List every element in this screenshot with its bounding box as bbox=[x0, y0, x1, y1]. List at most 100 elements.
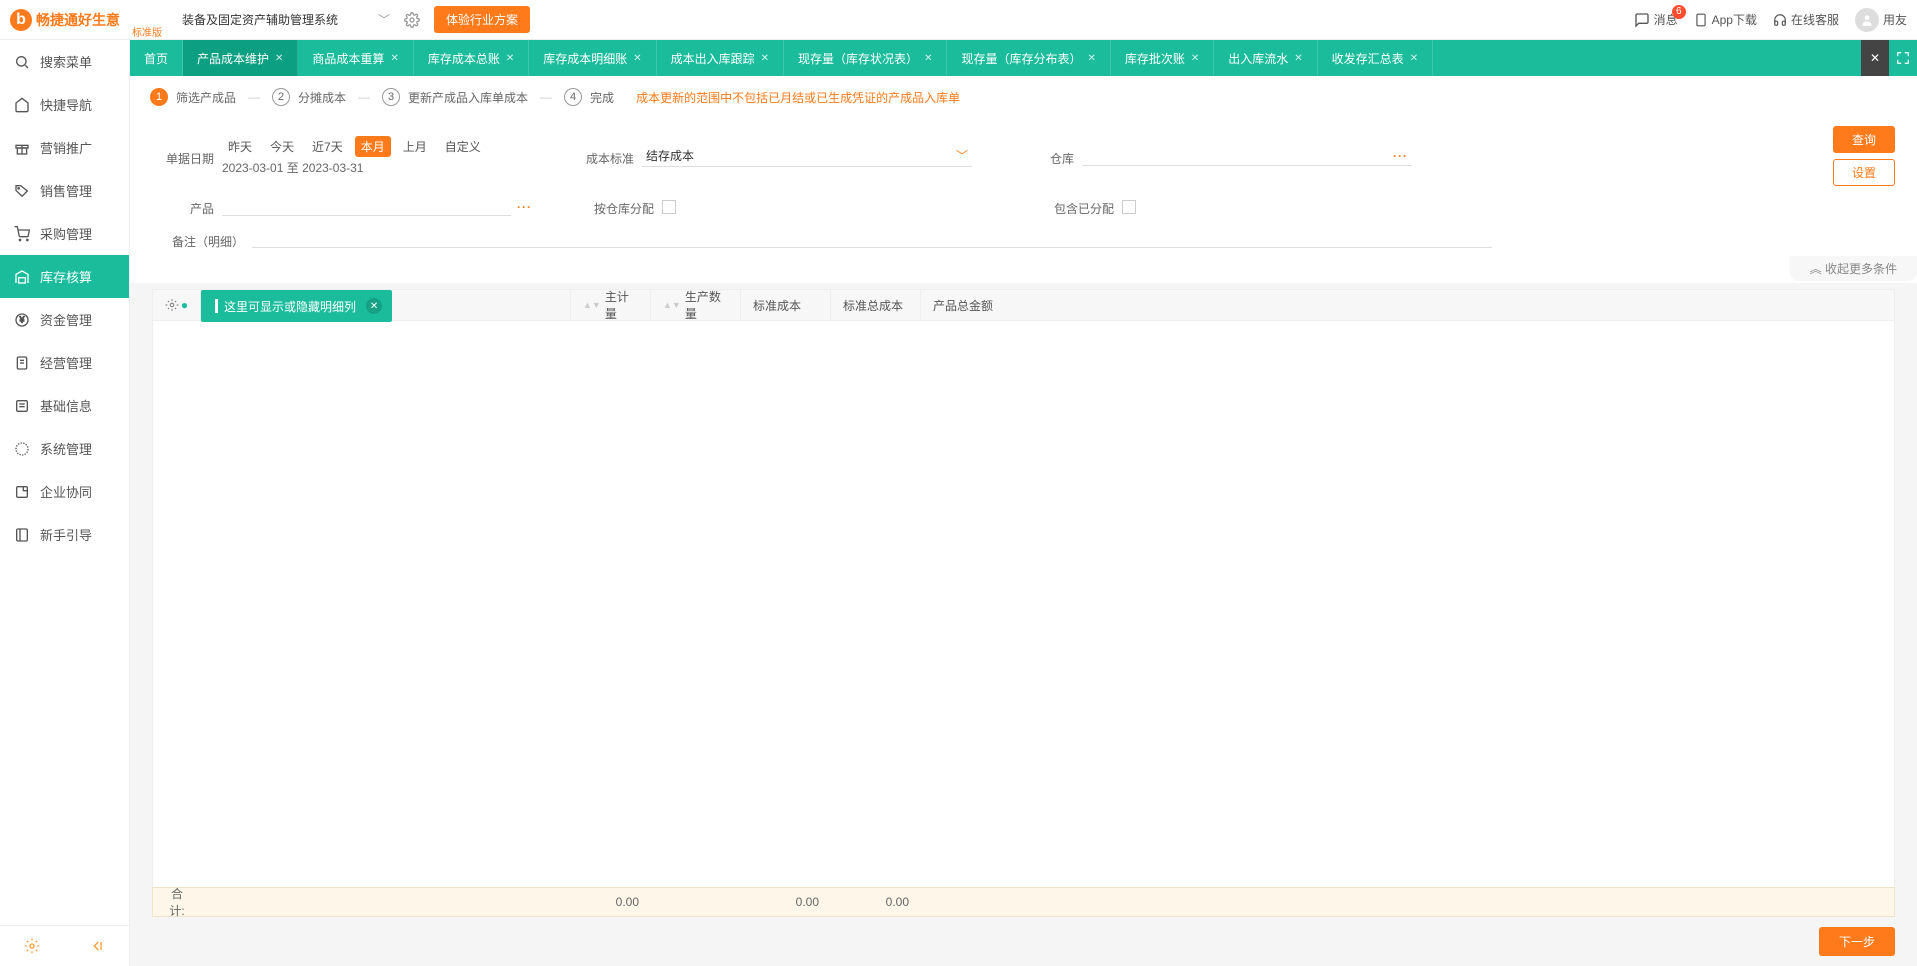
setting-button[interactable]: 设置 bbox=[1833, 159, 1895, 186]
footer-value: 0.00 bbox=[831, 895, 921, 909]
include-alloc-checkbox[interactable] bbox=[1122, 200, 1136, 214]
download-link[interactable]: App下载 bbox=[1694, 11, 1757, 28]
date-opt-custom[interactable]: 自定义 bbox=[439, 136, 487, 157]
tab-label: 商品成本重算 bbox=[312, 50, 384, 67]
query-button[interactable]: 查询 bbox=[1833, 126, 1895, 153]
system-selector[interactable]: 装备及固定资产辅助管理系统 ﹀ bbox=[182, 11, 390, 28]
tab-label: 产品成本维护 bbox=[197, 50, 269, 67]
sidebar-item-base[interactable]: 基础信息 bbox=[0, 384, 129, 427]
tab-home[interactable]: 首页 bbox=[130, 40, 183, 76]
close-all-tabs-icon[interactable]: ✕ bbox=[1861, 40, 1889, 76]
tab-label: 现存量（库存状况表） bbox=[798, 50, 918, 67]
tab-stock-dist[interactable]: 现存量（库存分布表）✕ bbox=[947, 40, 1110, 76]
date-opt-7days[interactable]: 近7天 bbox=[306, 136, 349, 157]
close-icon[interactable]: ✕ bbox=[924, 53, 932, 64]
sidebar-item-sales[interactable]: 销售管理 bbox=[0, 169, 129, 212]
remark-label: 备注（明细） bbox=[152, 229, 252, 250]
close-icon[interactable]: ✕ bbox=[633, 53, 641, 64]
results-table: ● 这里可显示或隐藏明细列 ✕ ▲▼主计量 ▲▼生产数量 标准成本 标准总成本 … bbox=[152, 289, 1895, 917]
tab-inv-cost-detail[interactable]: 库存成本明细账✕ bbox=[529, 40, 656, 76]
cost-standard-value: 结存成本 bbox=[646, 147, 694, 164]
column-std-total[interactable]: 标准总成本 bbox=[831, 290, 921, 320]
column-label: 标准总成本 bbox=[843, 297, 903, 314]
close-icon[interactable]: ✕ bbox=[1410, 53, 1418, 64]
product-input[interactable] bbox=[222, 197, 511, 216]
gear-icon[interactable] bbox=[404, 12, 420, 28]
svg-text:¥: ¥ bbox=[19, 315, 25, 324]
sidebar-item-purchase[interactable]: 采购管理 bbox=[0, 212, 129, 255]
close-icon[interactable]: ✕ bbox=[506, 53, 514, 64]
sidebar-item-system,[interactable]: 系统管理 bbox=[0, 427, 129, 470]
remark-input[interactable] bbox=[252, 229, 1492, 248]
step-warning: 成本更新的范围中不包括已月结或已生成凭证的产成品入库单 bbox=[636, 89, 960, 106]
sidebar-item-operation[interactable]: 经营管理 bbox=[0, 341, 129, 384]
warehouse-select[interactable]: ··· bbox=[1082, 147, 1412, 166]
industry-plan-button[interactable]: 体验行业方案 bbox=[434, 6, 530, 33]
tab-cost-recalc[interactable]: 商品成本重算 ✕ bbox=[298, 40, 413, 76]
fullscreen-icon[interactable] bbox=[1889, 40, 1917, 76]
tab-cost-maintenance[interactable]: 产品成本维护 ✕ bbox=[183, 40, 298, 76]
date-sep: 至 bbox=[287, 161, 299, 175]
sidebar-item-label: 企业协同 bbox=[40, 482, 92, 501]
service-link[interactable]: 在线客服 bbox=[1773, 11, 1839, 28]
sidebar-item-search[interactable]: 搜索菜单 bbox=[0, 40, 129, 83]
step-label: 完成 bbox=[590, 89, 614, 106]
column-label: 生产数量 bbox=[685, 288, 728, 322]
collapse-filters-toggle[interactable]: ︽ 收起更多条件 bbox=[1790, 256, 1917, 281]
close-icon[interactable]: ✕ bbox=[1191, 53, 1199, 64]
sidebar-item-guide[interactable]: 新手引导 bbox=[0, 513, 129, 556]
tab-label: 库存批次账 bbox=[1125, 50, 1185, 67]
tab-rds-summary[interactable]: 收发存汇总表✕ bbox=[1318, 40, 1433, 76]
tab-inv-cost-ledger[interactable]: 库存成本总账 ✕ bbox=[414, 40, 529, 76]
tab-cost-track[interactable]: 成本出入库跟踪✕ bbox=[657, 40, 784, 76]
step-num-2: 2 bbox=[272, 88, 290, 106]
tab-batch-ledger[interactable]: 库存批次账 ✕ bbox=[1111, 40, 1214, 76]
sidebar-item-marketing[interactable]: 营销推广 bbox=[0, 126, 129, 169]
user-menu[interactable]: 用友 bbox=[1855, 8, 1907, 32]
column-unit[interactable]: ▲▼主计量 bbox=[571, 290, 651, 320]
sidebar-item-quicknav[interactable]: 快捷导航 bbox=[0, 83, 129, 126]
sidebar-item-enterprise[interactable]: 企业协同 bbox=[0, 470, 129, 513]
ellipsis-icon[interactable]: ··· bbox=[517, 200, 532, 214]
sort-icon: ▲▼ bbox=[583, 303, 601, 308]
alloc-by-wh-checkbox[interactable] bbox=[662, 200, 676, 214]
settings-foot-icon[interactable] bbox=[24, 938, 40, 954]
message-link[interactable]: 消息 6 bbox=[1634, 11, 1678, 28]
step-separator: — bbox=[358, 90, 370, 104]
chevron-down-icon: ﹀ bbox=[378, 11, 390, 28]
footer-value: 0.00 bbox=[741, 895, 831, 909]
sidebar-item-funds[interactable]: ¥ 资金管理 bbox=[0, 298, 129, 341]
date-range: 2023-03-01 至 2023-03-31 bbox=[222, 159, 487, 176]
tip-bar-icon bbox=[215, 299, 218, 313]
tab-label: 库存成本总账 bbox=[428, 50, 500, 67]
sidebar-item-inventory[interactable]: 库存核算 bbox=[0, 255, 129, 298]
tip-close-icon[interactable]: ✕ bbox=[366, 298, 382, 314]
column-std-cost[interactable]: 标准成本 bbox=[741, 290, 831, 320]
date-opt-this-month[interactable]: 本月 bbox=[355, 136, 391, 157]
close-icon[interactable]: ✕ bbox=[1087, 53, 1095, 64]
cost-standard-label: 成本标准 bbox=[572, 146, 642, 167]
column-settings-button[interactable]: ● bbox=[153, 290, 201, 320]
step-label: 更新产成品入库单成本 bbox=[408, 89, 528, 106]
include-alloc-label: 包含已分配 bbox=[1032, 196, 1122, 217]
date-opt-yesterday[interactable]: 昨天 bbox=[222, 136, 258, 157]
brand-name: 畅捷通好生意 bbox=[36, 10, 120, 30]
next-step-button[interactable]: 下一步 bbox=[1819, 927, 1895, 956]
close-icon[interactable]: ✕ bbox=[761, 53, 769, 64]
date-opt-today[interactable]: 今天 bbox=[264, 136, 300, 157]
cost-standard-select[interactable]: 结存成本 ﹀ bbox=[642, 145, 972, 167]
wizard-steps: 1 筛选产成品 — 2 分摊成本 — 3 更新产成品入库单成本 — 4 完成 成… bbox=[130, 76, 1917, 118]
tab-label: 出入库流水 bbox=[1228, 50, 1288, 67]
date-opt-last-month[interactable]: 上月 bbox=[397, 136, 433, 157]
close-icon[interactable]: ✕ bbox=[275, 53, 283, 64]
step-separator: — bbox=[248, 90, 260, 104]
tab-stock-status[interactable]: 现存量（库存状况表） ✕ bbox=[784, 40, 947, 76]
column-tip-bubble: 这里可显示或隐藏明细列 ✕ bbox=[201, 290, 392, 322]
column-product-total[interactable]: 产品总金额 bbox=[921, 290, 1031, 320]
column-qty[interactable]: ▲▼生产数量 bbox=[651, 290, 741, 320]
collapse-sidebar-icon[interactable] bbox=[89, 938, 105, 954]
close-icon[interactable]: ✕ bbox=[1294, 53, 1302, 64]
close-icon[interactable]: ✕ bbox=[390, 53, 398, 64]
tab-inout-flow[interactable]: 出入库流水 ✕ bbox=[1214, 40, 1317, 76]
logo-icon: b bbox=[10, 9, 32, 31]
